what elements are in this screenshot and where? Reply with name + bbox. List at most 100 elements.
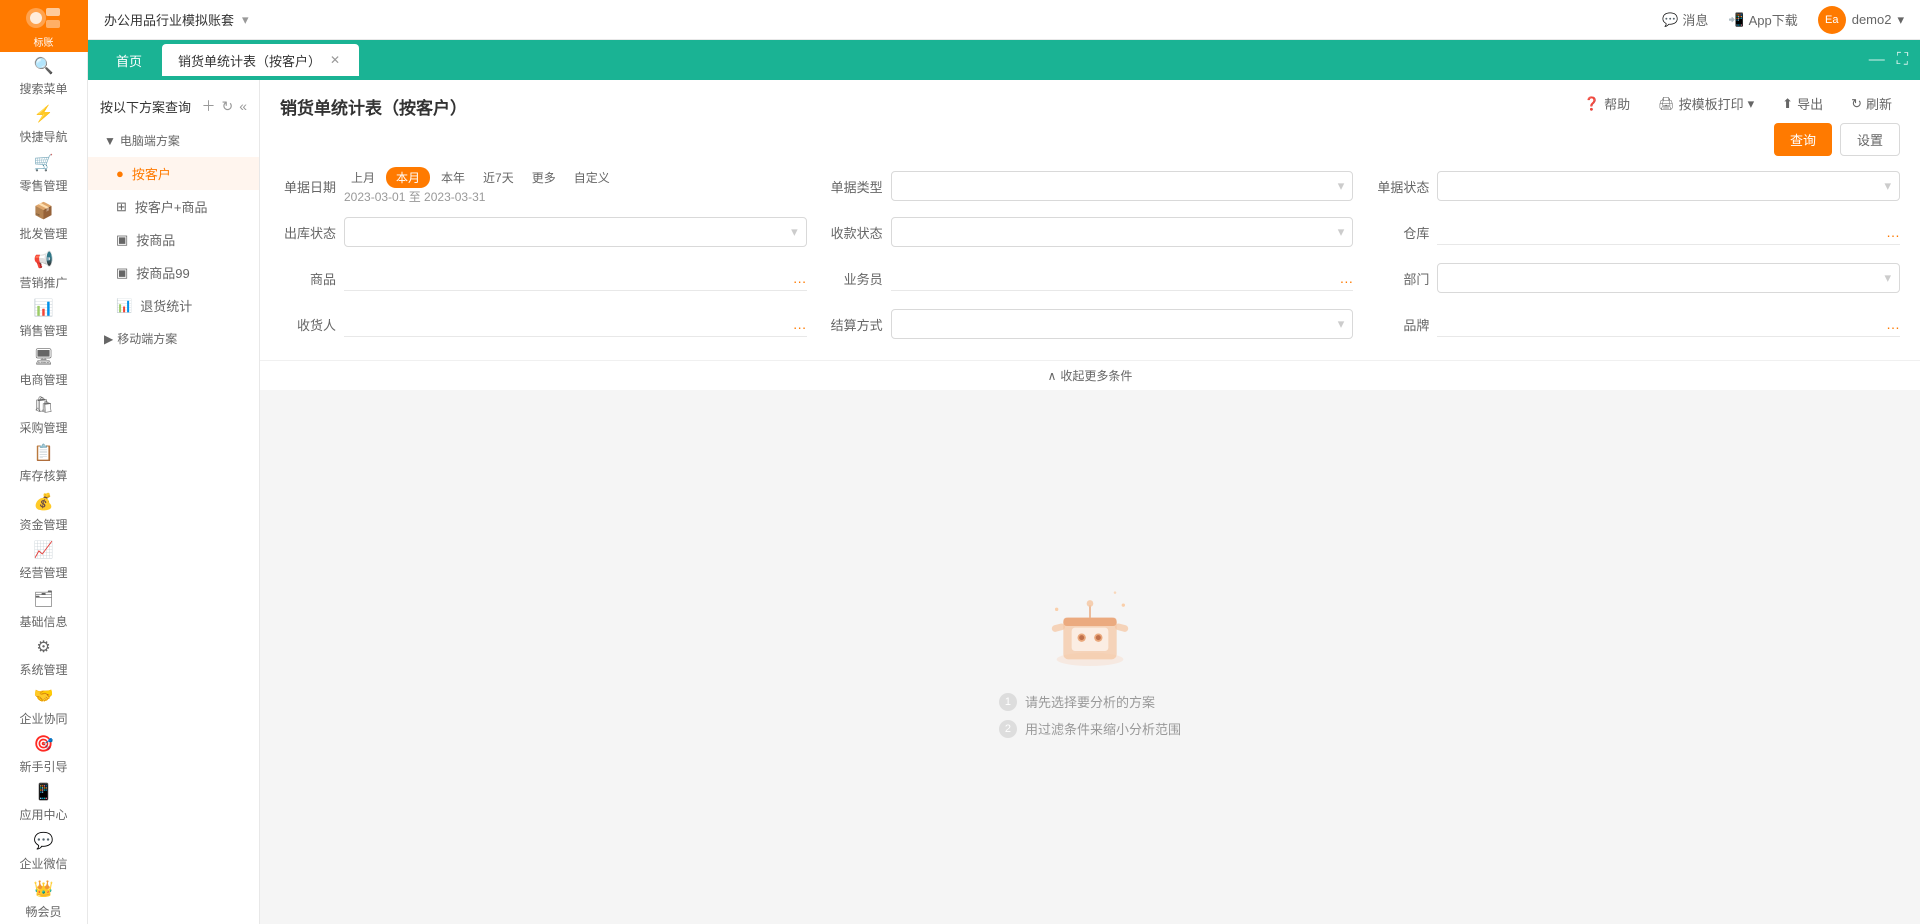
query-btn[interactable]: 查询 <box>1774 123 1832 156</box>
sidebar-item-label: 电商管理 <box>19 371 67 388</box>
page-top-actions: ❓ 帮助 🖨 按模板打印 ▾ ⬆ 导出 ↻ <box>1576 90 1900 117</box>
date-control: 上月 本月 本年 近7天 更多 自定义 2023-03-01 至 2023-03… <box>344 167 807 205</box>
sidebar-item-purchase[interactable]: 🛍 采购管理 <box>0 391 88 439</box>
scheme-by-customer[interactable]: ● 按客户 <box>88 157 259 190</box>
sidebar-item-label: 采购管理 <box>19 419 67 436</box>
help-btn[interactable]: ❓ 帮助 <box>1576 90 1638 117</box>
doc-status-label: 单据状态 <box>1373 177 1429 196</box>
goods-control[interactable]: … <box>344 266 807 291</box>
brand-more-icon[interactable]: … <box>1886 316 1900 332</box>
sidebar-item-operations[interactable]: 📈 经营管理 <box>0 537 88 585</box>
salesperson-more-icon[interactable]: … <box>1339 270 1353 286</box>
date-btn-last-month[interactable]: 上月 <box>344 167 382 188</box>
member-icon: 👑 <box>34 879 54 899</box>
message-btn[interactable]: 💬 消息 <box>1662 10 1708 29</box>
scheme-return-stat[interactable]: 📊 退货统计 <box>88 289 259 322</box>
sidebar-item-ecommerce[interactable]: 🖥 电商管理 <box>0 343 88 391</box>
brand-control[interactable]: … <box>1437 312 1900 337</box>
doc-type-control[interactable]: ▾ <box>891 171 1354 201</box>
scheme-by-goods-99[interactable]: ▣ 按商品99 <box>88 256 259 289</box>
sidebar-item-marketing[interactable]: 📢 营销推广 <box>0 246 88 294</box>
tab-close-icon[interactable]: ✕ <box>327 52 343 68</box>
secondary-sidebar: 按以下方案查询 ＋ ↻ « ▼ 电脑端方案 <box>88 80 260 924</box>
wholesale-icon: 📦 <box>34 201 54 221</box>
wechat-icon: 💬 <box>34 831 54 851</box>
refresh-icon: ↻ <box>1851 96 1862 112</box>
out-status-control[interactable]: ▾ <box>344 217 807 247</box>
settings-btn[interactable]: 设置 <box>1840 123 1900 156</box>
sidebar-item-basics[interactable]: 🗂 基础信息 <box>0 585 88 633</box>
doc-type-label: 单据类型 <box>827 177 883 196</box>
tab-maximize-icon[interactable]: ⛶ <box>1897 51 1908 69</box>
sidebar-item-inventory[interactable]: 📋 库存核算 <box>0 440 88 488</box>
sidebar-item-sales-mgmt[interactable]: 📊 销售管理 <box>0 294 88 342</box>
sidebar-item-system[interactable]: ⚙ 系统管理 <box>0 633 88 681</box>
warehouse-more-icon[interactable]: … <box>1886 224 1900 240</box>
add-scheme-icon[interactable]: ＋ <box>201 96 215 116</box>
sidebar-item-quick-nav[interactable]: ⚡ 快捷导航 <box>0 101 88 149</box>
receiver-label: 收货人 <box>280 315 336 334</box>
scheme-by-customer-goods[interactable]: ⊞ 按客户+商品 <box>88 190 259 223</box>
tab-home[interactable]: 首页 <box>100 44 158 76</box>
settle-method-control[interactable]: ▾ <box>891 309 1354 339</box>
sidebar-item-newbie[interactable]: 🎯 新手引导 <box>0 730 88 778</box>
page-title: 销货单统计表（按客户） <box>280 90 467 119</box>
sidebar-item-label: 搜索菜单 <box>19 80 67 97</box>
receive-status-control[interactable]: ▾ <box>891 217 1354 247</box>
date-btn-last7[interactable]: 近7天 <box>476 167 521 188</box>
settle-method-chevron: ▾ <box>1338 316 1345 332</box>
sidebar-item-search[interactable]: 🔍 搜索菜单 <box>0 52 88 100</box>
sidebar-item-enterprise[interactable]: 🤝 企业协同 <box>0 682 88 730</box>
dept-control[interactable]: ▾ <box>1437 263 1900 293</box>
enterprise-icon: 🤝 <box>34 686 54 706</box>
receiver-control[interactable]: … <box>344 312 807 337</box>
dropdown-icon[interactable]: ▾ <box>242 12 249 28</box>
date-btn-this-month[interactable]: 本月 <box>386 167 430 188</box>
collapse-bar[interactable]: ∧ 收起更多条件 <box>260 360 1920 390</box>
sec-sidebar-scheme-header[interactable]: 按以下方案查询 ＋ ↻ « <box>88 88 259 124</box>
sidebar-item-label: 营销推广 <box>19 274 67 291</box>
goods-more-icon[interactable]: … <box>793 270 807 286</box>
warehouse-label: 仓库 <box>1373 223 1429 242</box>
sidebar-item-label: 新手引导 <box>19 758 67 775</box>
doc-status-control[interactable]: ▾ <box>1437 171 1900 201</box>
app-download-btn[interactable]: 📲 App下载 <box>1728 10 1797 29</box>
mobile-section-header[interactable]: ▶ 移动端方案 <box>88 322 259 355</box>
main-content: 销货单统计表（按客户） ❓ 帮助 🖨 按模板打印 ▾ ⬆ <box>260 80 1920 924</box>
out-status-chevron: ▾ <box>791 224 798 240</box>
collapse-scheme-icon[interactable]: « <box>239 98 247 114</box>
top-header: 办公用品行业模拟账套 ▾ 💬 消息 📲 App下载 Ea demo2 ▾ <box>88 0 1920 40</box>
tab-sales-stat[interactable]: 销货单统计表（按客户） ✕ <box>162 44 359 76</box>
user-menu[interactable]: Ea demo2 ▾ <box>1818 6 1904 34</box>
scheme-by-goods[interactable]: ▣ 按商品 <box>88 223 259 256</box>
sidebar-item-wechat[interactable]: 💬 企业微信 <box>0 827 88 875</box>
export-btn[interactable]: ⬆ 导出 <box>1774 90 1831 117</box>
sidebar-item-retail[interactable]: 🛒 零售管理 <box>0 149 88 197</box>
sidebar-item-finance[interactable]: 💰 资金管理 <box>0 488 88 536</box>
sidebar-item-label: 资金管理 <box>19 516 67 533</box>
desktop-section-header[interactable]: ▼ 电脑端方案 <box>88 124 259 157</box>
empty-illustration <box>1040 576 1140 676</box>
warehouse-control[interactable]: … <box>1437 220 1900 245</box>
receiver-more-icon[interactable]: … <box>793 316 807 332</box>
sidebar-item-label: 基础信息 <box>19 613 67 630</box>
refresh-btn[interactable]: ↻ 刷新 <box>1843 90 1900 117</box>
date-btn-more[interactable]: 更多 <box>525 167 563 188</box>
refresh-scheme-icon[interactable]: ↻ <box>221 98 233 115</box>
scheme-return-stat-label: 退货统计 <box>140 296 192 315</box>
salesperson-control[interactable]: … <box>891 266 1354 291</box>
date-btn-this-year[interactable]: 本年 <box>434 167 472 188</box>
refresh-label: 刷新 <box>1866 94 1892 113</box>
tab-bar-right: — ⛶ <box>1869 51 1908 69</box>
sidebar-item-wholesale[interactable]: 📦 批发管理 <box>0 197 88 245</box>
sidebar-item-app-center[interactable]: 📱 应用中心 <box>0 779 88 827</box>
salesperson-label: 业务员 <box>827 269 883 288</box>
print-btn[interactable]: 🖨 按模板打印 ▾ <box>1650 90 1762 117</box>
sidebar-item-member[interactable]: 👑 畅会员 <box>0 876 88 924</box>
tab-minimize-icon[interactable]: — <box>1869 51 1885 69</box>
receiver-field: 收货人 … <box>280 306 807 342</box>
date-btn-custom[interactable]: 自定义 <box>567 167 617 188</box>
header-right: 💬 消息 📲 App下载 Ea demo2 ▾ <box>1662 6 1904 34</box>
purchase-icon: 🛍 <box>33 395 53 415</box>
salesperson-field: 业务员 … <box>827 260 1354 296</box>
